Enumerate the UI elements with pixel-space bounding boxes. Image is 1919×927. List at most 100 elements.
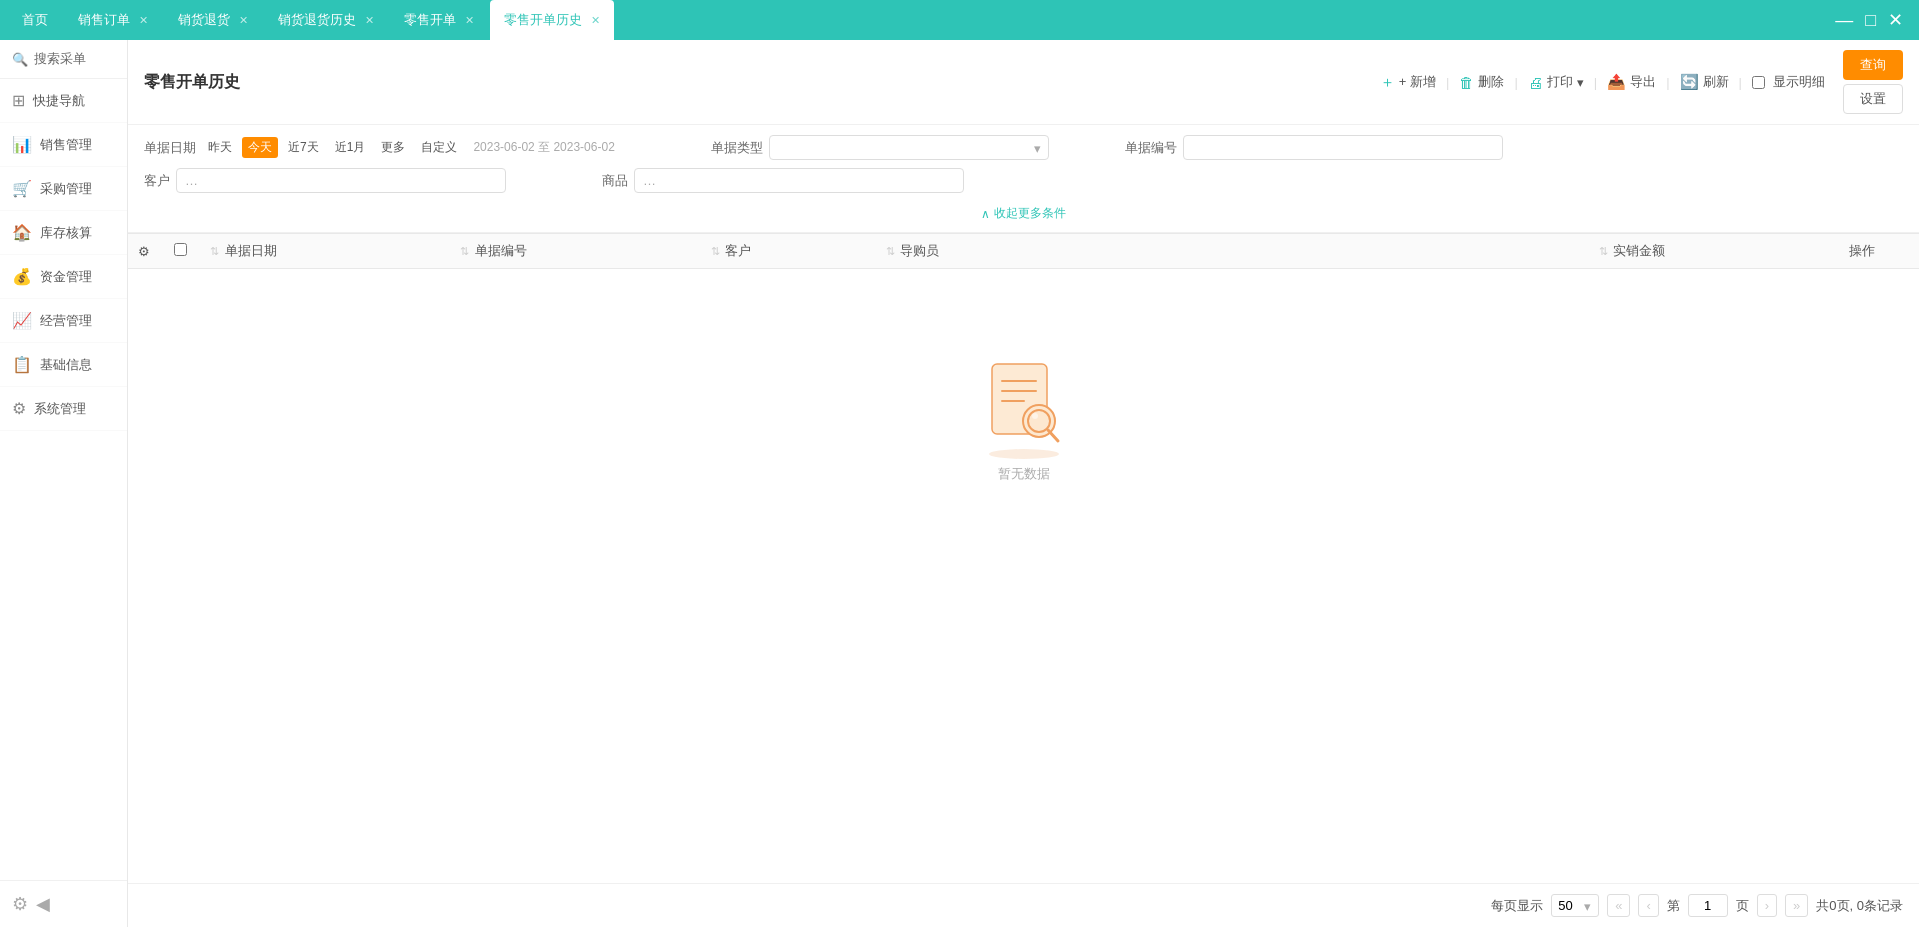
sidebar-icon-system: ⚙ [12, 399, 26, 418]
tab-sales-order[interactable]: 销售订单 ✕ [64, 0, 162, 40]
page-number-input[interactable] [1688, 894, 1728, 917]
add-icon: ＋ [1380, 73, 1395, 92]
sidebar-label-quick-nav: 快捷导航 [33, 92, 85, 110]
display-detail-checkbox[interactable] [1752, 76, 1765, 89]
settings-button[interactable]: 设置 [1843, 84, 1903, 114]
tab-close-retail-open[interactable]: ✕ [465, 14, 474, 27]
page-size-select[interactable]: 50 20 100 200 [1551, 894, 1599, 917]
th-ops: 操作 [1839, 234, 1919, 269]
delete-button[interactable]: 🗑 删除 [1459, 73, 1504, 91]
last-page-button[interactable]: » [1785, 894, 1808, 917]
date-btn-today[interactable]: 今天 [242, 137, 278, 158]
date-btn-custom[interactable]: 自定义 [415, 137, 463, 158]
export-button[interactable]: 📤 导出 [1607, 73, 1656, 91]
page-di-label: 第 [1667, 897, 1680, 915]
tab-label-sales-return-history: 销货退货历史 [278, 11, 356, 29]
tab-retail-open[interactable]: 零售开单 ✕ [390, 0, 488, 40]
filter-row-2: 客户 商品 [144, 168, 1903, 193]
page-header: 零售开单历史 ＋ + 新增 | 🗑 删除 | 🖨 打印 ▾ | [128, 40, 1919, 125]
sidebar-item-operations[interactable]: 📈 经营管理 [0, 299, 127, 343]
sidebar-icon-operations: 📈 [12, 311, 32, 330]
maximize-icon[interactable]: □ [1865, 10, 1876, 31]
customer-input[interactable] [176, 168, 506, 193]
date-btn-yesterday[interactable]: 昨天 [202, 137, 238, 158]
print-dropdown-icon: ▾ [1577, 75, 1584, 90]
tab-label-sales-order: 销售订单 [78, 11, 130, 29]
sidebar-label-operations: 经营管理 [40, 312, 92, 330]
date-btn-more[interactable]: 更多 [375, 137, 411, 158]
date-filter: 单据日期 昨天今天近7天近1月更多自定义 2023-06-02 至 2023-0… [144, 137, 615, 158]
print-button[interactable]: 🖨 打印 ▾ [1528, 73, 1584, 91]
tab-label-retail-open-history: 零售开单历史 [504, 11, 582, 29]
page-size-wrapper: 50 20 100 200 [1551, 894, 1599, 917]
date-btn-last7[interactable]: 近7天 [282, 137, 325, 158]
sidebar-item-inventory[interactable]: 🏠库存核算 [0, 211, 127, 255]
first-page-button[interactable]: « [1607, 894, 1630, 917]
prev-page-button[interactable]: ‹ [1638, 894, 1658, 917]
doc-num-filter: 单据编号 [1125, 135, 1503, 160]
search-menu-item[interactable]: 🔍 搜索采单 [0, 40, 127, 79]
tab-label-sales-return: 销货退货 [178, 11, 230, 29]
total-summary: 共0页, 0条记录 [1816, 897, 1903, 915]
pagination: 每页显示 50 20 100 200 « ‹ 第 页 › » 共0页, 0条记录 [128, 883, 1919, 927]
sort-date-icon: ⇅ [210, 245, 219, 257]
sidebar-item-finance[interactable]: 💰资金管理 [0, 255, 127, 299]
sidebar-icon-inventory: 🏠 [12, 223, 32, 242]
per-page-label: 每页显示 [1491, 897, 1543, 915]
customer-filter: 客户 [144, 168, 506, 193]
sidebar-label-sales: 销售管理 [40, 136, 92, 154]
sidebar-label-finance: 资金管理 [40, 268, 92, 286]
sidebar-item-sales[interactable]: 📊 销售管理 [0, 123, 127, 167]
sidebar-item-basic-info[interactable]: 📋基础信息 [0, 343, 127, 387]
delete-icon: 🗑 [1459, 74, 1474, 91]
settings-icon[interactable]: ⚙ [12, 893, 28, 915]
display-detail-button[interactable]: 显示明细 [1752, 73, 1825, 91]
close-icon[interactable]: ✕ [1888, 9, 1903, 31]
minimize-icon[interactable]: — [1835, 10, 1853, 31]
tab-close-retail-open-history[interactable]: ✕ [591, 14, 600, 27]
sidebar-item-purchase[interactable]: 🛒采购管理 [0, 167, 127, 211]
tab-sales-return-history[interactable]: 销货退货历史 ✕ [264, 0, 388, 40]
th-checkbox [164, 234, 200, 269]
tab-label-retail-open: 零售开单 [404, 11, 456, 29]
collapse-sidebar-icon[interactable]: ◀ [36, 893, 50, 915]
query-button[interactable]: 查询 [1843, 50, 1903, 80]
customer-label: 客户 [144, 172, 170, 190]
sidebar: 🔍 搜索采单 ⊞快捷导航 📊 销售管理 🛒采购管理🏠库存核算💰资金管理 📈 经营管理 📋基础… [0, 40, 128, 927]
empty-label: 暂无数据 [998, 465, 1050, 483]
doc-type-select[interactable] [769, 135, 1049, 160]
column-settings-icon[interactable]: ⚙ [138, 244, 150, 259]
tab-home[interactable]: 首页 [8, 0, 62, 40]
sidebar-icon-purchase: 🛒 [12, 179, 32, 198]
date-btn-last_month[interactable]: 近1月 [329, 137, 372, 158]
doc-type-filter: 单据类型 [711, 135, 1049, 160]
refresh-icon: 🔄 [1680, 73, 1699, 91]
tab-close-sales-order[interactable]: ✕ [139, 14, 148, 27]
tab-close-sales-return[interactable]: ✕ [239, 14, 248, 27]
top-tabbar: 首页销售订单 ✕ 销货退货 ✕ 销货退货历史 ✕ 零售开单 ✕ 零售开单历史 ✕ — □ ✕ [0, 0, 1919, 40]
add-button[interactable]: ＋ + 新增 [1380, 73, 1436, 92]
svg-point-9 [1032, 413, 1038, 419]
sidebar-item-quick-nav[interactable]: ⊞快捷导航 [0, 79, 127, 123]
refresh-button[interactable]: 🔄 刷新 [1680, 73, 1729, 91]
window-controls: — □ ✕ [1835, 9, 1911, 31]
sidebar-icon-sales: 📊 [12, 135, 32, 154]
doc-num-input[interactable] [1183, 135, 1503, 160]
th-amount [1089, 234, 1589, 269]
th-guide: ⇅ 导购员 [876, 234, 1089, 269]
sidebar-label-basic-info: 基础信息 [40, 356, 92, 374]
collapse-filter-btn[interactable]: ∧ 收起更多条件 [144, 201, 1903, 226]
table-header: ⚙ ⇅ 单据日期 ⇅ 单据编号 [128, 234, 1919, 269]
sidebar-item-system[interactable]: ⚙系统管理 [0, 387, 127, 431]
date-label: 单据日期 [144, 139, 196, 157]
next-page-button[interactable]: › [1757, 894, 1777, 917]
select-all-checkbox[interactable] [174, 243, 187, 256]
collapse-icon: ∧ [981, 207, 990, 221]
data-table: ⚙ ⇅ 单据日期 ⇅ 单据编号 [128, 233, 1919, 269]
goods-input[interactable] [634, 168, 964, 193]
content-area: 零售开单历史 ＋ + 新增 | 🗑 删除 | 🖨 打印 ▾ | [128, 40, 1919, 927]
tab-retail-open-history[interactable]: 零售开单历史 ✕ [490, 0, 614, 40]
sort-amount-icon: ⇅ [1599, 245, 1608, 257]
tab-sales-return[interactable]: 销货退货 ✕ [164, 0, 262, 40]
tab-close-sales-return-history[interactable]: ✕ [365, 14, 374, 27]
